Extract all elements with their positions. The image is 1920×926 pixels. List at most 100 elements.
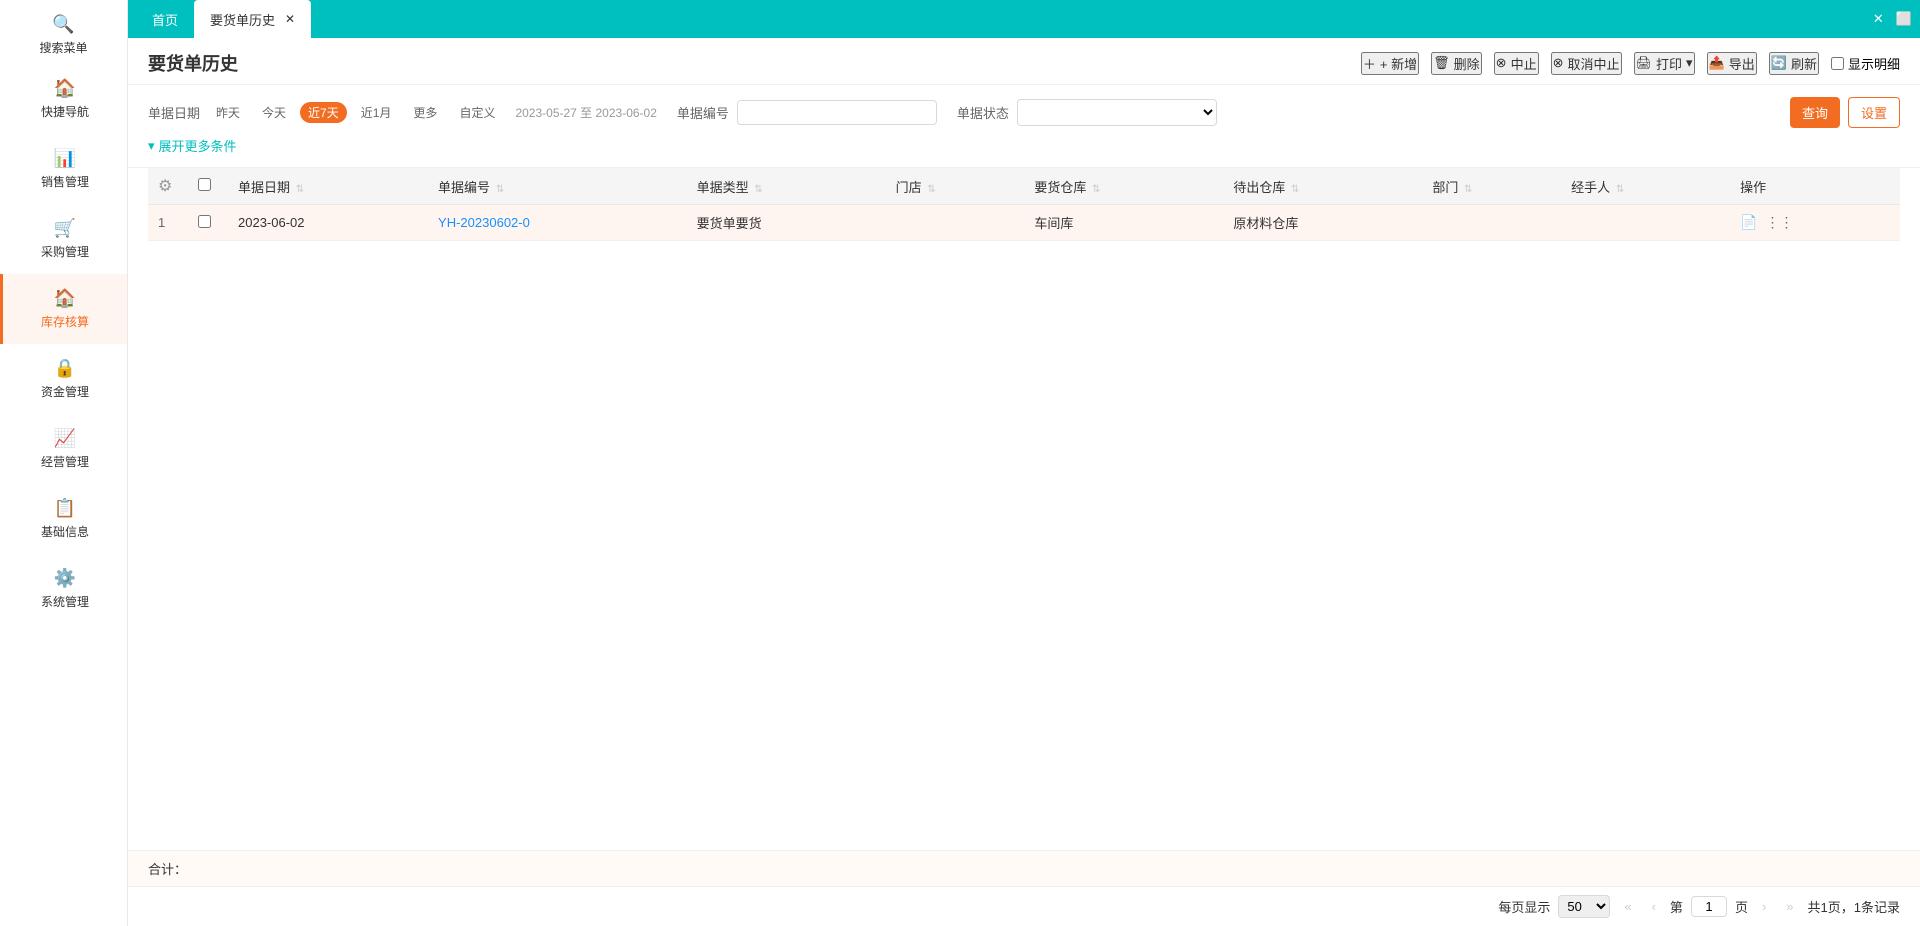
date-filter-label: 单据日期 [148, 103, 200, 122]
date-btn-today[interactable]: 今天 [254, 102, 294, 123]
date-btn-more[interactable]: 更多 [405, 102, 445, 123]
tab-bar: 首页 要货单历史 ✕ ✕ ⬜ [128, 0, 1920, 38]
doc-status-filter-group: 单据状态 [957, 99, 1217, 126]
td-checkbox [188, 205, 228, 241]
sort-doc-date-icon[interactable]: ⇅ [296, 184, 304, 195]
sidebar-item-purchase-mgmt[interactable]: 🛒 采购管理 [0, 204, 127, 274]
doc-number-filter-group: 单据编号 [677, 100, 937, 125]
sidebar-item-operations-mgmt[interactable]: 📈 经营管理 [0, 414, 127, 484]
sidebar-item-finance-mgmt[interactable]: 🔒 资金管理 [0, 344, 127, 414]
column-settings-icon[interactable]: ⚙ [158, 178, 172, 195]
display-detail-checkbox[interactable]: 显示明细 [1831, 54, 1900, 73]
plus-icon: ＋ [1363, 54, 1376, 73]
home-icon: 🏠 [54, 78, 76, 99]
window-close-icon[interactable]: ✕ [1873, 11, 1884, 27]
query-button[interactable]: 查询 [1790, 97, 1840, 128]
delete-icon: 🗑 [1433, 55, 1450, 71]
last-page-button[interactable]: » [1780, 897, 1799, 916]
doc-status-select[interactable] [1017, 99, 1217, 126]
pagination-bar: 每页显示 10 20 50 100 « ‹ 第 页 › » 共1页，1条记录 [128, 886, 1920, 926]
lock-icon: 🔒 [54, 358, 76, 379]
total-info: 共1页，1条记录 [1808, 897, 1900, 916]
cart-icon: 🛒 [54, 218, 76, 239]
tab-bar-controls: ✕ ⬜ [1873, 11, 1912, 27]
info-icon: 📋 [54, 498, 76, 519]
prev-page-button[interactable]: ‹ [1646, 897, 1662, 916]
th-department: 部门 ⇅ [1422, 168, 1561, 205]
new-button[interactable]: ＋ + 新增 [1361, 52, 1419, 75]
export-button[interactable]: 📤 导出 [1707, 52, 1757, 75]
td-pending-warehouse: 原材料仓库 [1223, 205, 1422, 241]
td-doc-number: YH-20230602-0 [428, 205, 687, 241]
sort-pending-warehouse-icon[interactable]: ⇅ [1291, 184, 1299, 195]
doc-number-input[interactable] [737, 100, 937, 125]
doc-number-label: 单据编号 [677, 103, 729, 122]
chevron-down-icon: ▾ [148, 138, 155, 154]
settings-button[interactable]: 设置 [1848, 97, 1900, 128]
sort-handler-icon[interactable]: ⇅ [1616, 184, 1624, 195]
detail-checkbox-input[interactable] [1831, 57, 1844, 70]
first-page-button[interactable]: « [1618, 897, 1637, 916]
action-buttons: 查询 设置 [1790, 97, 1900, 128]
tab-close-icon[interactable]: ✕ [285, 12, 295, 26]
next-page-button[interactable]: › [1756, 897, 1772, 916]
date-btn-7days[interactable]: 近7天 [300, 102, 347, 123]
expand-more-button[interactable]: ▾ 展开更多条件 [148, 136, 1900, 155]
window-maximize-icon[interactable]: ⬜ [1896, 11, 1912, 27]
td-department [1422, 205, 1561, 241]
select-all-checkbox[interactable] [198, 178, 211, 191]
sort-doc-type-icon[interactable]: ⇅ [754, 184, 762, 195]
sidebar-item-search-menu[interactable]: 🔍 搜索菜单 [0, 0, 127, 64]
cancel-suspend-button[interactable]: ⊗ 取消中止 [1551, 52, 1622, 75]
th-pending-warehouse: 待出仓库 ⇅ [1223, 168, 1422, 205]
main-area: 首页 要货单历史 ✕ ✕ ⬜ 要货单历史 ＋ + 新增 🗑 删除 [128, 0, 1920, 926]
gear-icon: ⚙️ [54, 568, 76, 589]
date-btn-1month[interactable]: 近1月 [353, 102, 400, 123]
sidebar-item-quick-nav[interactable]: 🏠 快捷导航 [0, 64, 127, 134]
cancel-suspend-icon: ⊗ [1553, 55, 1564, 71]
action-icons: 📄 ⋮⋮ [1740, 214, 1890, 231]
tab-requisition-history[interactable]: 要货单历史 ✕ [194, 0, 311, 38]
sidebar-item-sales-mgmt[interactable]: 📊 销售管理 [0, 134, 127, 204]
date-range-display: 2023-05-27 至 2023-06-02 [515, 104, 656, 121]
page-title: 要货单历史 [148, 50, 238, 76]
export-icon: 📤 [1709, 55, 1725, 71]
td-doc-type: 要货单要货 [687, 205, 886, 241]
sidebar-item-basic-info[interactable]: 📋 基础信息 [0, 484, 127, 554]
data-table: ⚙ 单据日期 ⇅ 单据编号 ⇅ [148, 168, 1900, 241]
warehouse-icon: 🏠 [54, 288, 76, 309]
print-dropdown-icon[interactable]: ▾ [1686, 55, 1693, 71]
tab-home[interactable]: 首页 [136, 0, 194, 38]
date-btn-yesterday[interactable]: 昨天 [208, 102, 248, 123]
page-number-input[interactable] [1691, 896, 1727, 917]
sidebar-item-inventory[interactable]: 🏠 库存核算 [0, 274, 127, 344]
td-doc-date: 2023-06-02 [228, 205, 428, 241]
th-req-warehouse: 要货仓库 ⇅ [1024, 168, 1223, 205]
sidebar-item-system-mgmt[interactable]: ⚙️ 系统管理 [0, 554, 127, 624]
print-button[interactable]: 🖨 打印 ▾ [1634, 52, 1695, 75]
sort-store-icon[interactable]: ⇅ [927, 184, 935, 195]
table-area: ⚙ 单据日期 ⇅ 单据编号 ⇅ [128, 168, 1920, 850]
sidebar: 🔍 搜索菜单 🏠 快捷导航 📊 销售管理 🛒 采购管理 🏠 库存核算 🔒 资金管… [0, 0, 128, 926]
row-checkbox[interactable] [198, 215, 211, 228]
edit-icon[interactable]: 📄 [1740, 214, 1757, 231]
filter-row: 单据日期 昨天 今天 近7天 近1月 更多 自定义 2023-05-27 至 2… [148, 97, 1900, 128]
td-req-warehouse: 车间库 [1024, 205, 1223, 241]
date-btn-custom[interactable]: 自定义 [451, 102, 503, 123]
suspend-icon: ⊗ [1496, 55, 1507, 71]
sort-department-icon[interactable]: ⇅ [1464, 184, 1472, 195]
td-num: 1 [148, 205, 188, 241]
delete-button[interactable]: 🗑 删除 [1431, 52, 1482, 75]
th-doc-type: 单据类型 ⇅ [687, 168, 886, 205]
sort-req-warehouse-icon[interactable]: ⇅ [1092, 184, 1100, 195]
operations-icon: 📈 [54, 428, 76, 449]
page-header: 要货单历史 ＋ + 新增 🗑 删除 ⊗ 中止 ⊗ 取消中止 [128, 38, 1920, 85]
doc-number-link[interactable]: YH-20230602-0 [438, 215, 530, 230]
suspend-button[interactable]: ⊗ 中止 [1494, 52, 1539, 75]
refresh-button[interactable]: 🔄 刷新 [1769, 52, 1819, 75]
per-page-select[interactable]: 10 20 50 100 [1558, 895, 1610, 918]
table-footer: 合计： [128, 850, 1920, 886]
more-icon[interactable]: ⋮⋮ [1766, 214, 1794, 231]
date-filter-group: 单据日期 昨天 今天 近7天 近1月 更多 自定义 2023-05-27 至 2… [148, 102, 657, 123]
sort-doc-number-icon[interactable]: ⇅ [496, 184, 504, 195]
